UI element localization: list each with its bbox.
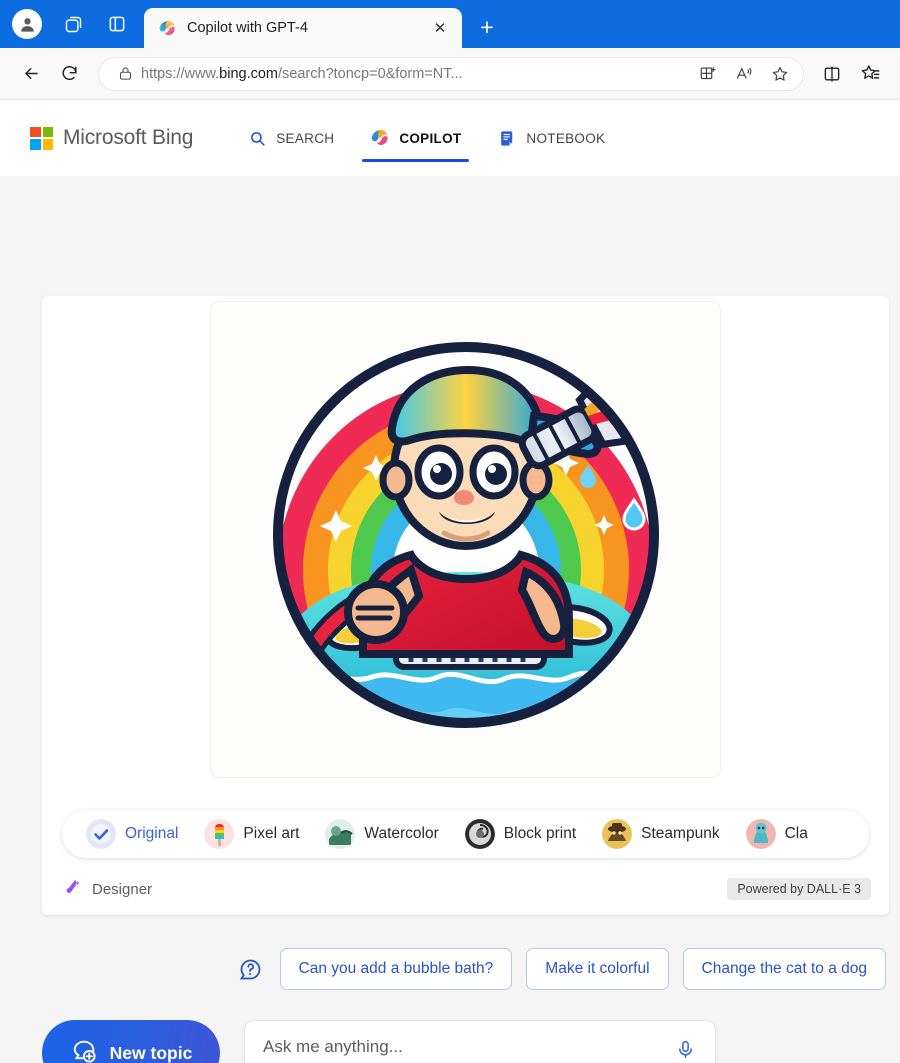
style-chip-steampunk[interactable]: Steampunk xyxy=(592,815,729,853)
tab-title: Copilot with GPT-4 xyxy=(187,20,308,36)
designer-branding[interactable]: Designer xyxy=(64,877,152,902)
powered-by-badge: Powered by DALL·E 3 xyxy=(727,878,871,900)
designer-label: Designer xyxy=(92,880,153,898)
blockprint-thumb xyxy=(464,819,495,849)
suggestion-chip-1[interactable]: Can you add a bubble bath? xyxy=(279,948,513,990)
watercolor-thumb xyxy=(325,819,356,849)
generated-image-area xyxy=(42,296,889,805)
generated-image[interactable] xyxy=(210,301,721,778)
tab-search[interactable]: SEARCH xyxy=(229,100,352,176)
designer-icon xyxy=(64,877,83,902)
search-icon xyxy=(247,128,267,148)
url-scheme: https://www. xyxy=(141,65,220,82)
read-aloud-icon[interactable] xyxy=(729,60,759,88)
image-answer-card: Original Pixel art Watercolor Block prin… xyxy=(42,296,889,915)
style-label-clay: Cla xyxy=(784,825,808,842)
browser-titlebar: Copilot with GPT-4 ✕ + xyxy=(0,0,900,48)
bing-wordmark: Microsoft Bing xyxy=(63,126,194,149)
microsoft-logo-icon xyxy=(30,126,53,150)
style-chip-watercolor[interactable]: Watercolor xyxy=(315,815,448,853)
back-button[interactable] xyxy=(14,57,48,91)
collections-icon[interactable] xyxy=(854,58,886,90)
designer-footer: Designer Powered by DALL·E 3 xyxy=(42,863,889,915)
style-label-original: Original xyxy=(125,825,179,842)
bing-nav-tabs: SEARCH COPILOT NOTEBOOK xyxy=(229,100,623,176)
style-selector-strip[interactable]: Original Pixel art Watercolor Block prin… xyxy=(62,810,869,858)
suggestion-chip-3[interactable]: Change the cat to a dog xyxy=(682,948,886,990)
copilot-icon xyxy=(370,128,390,148)
close-icon[interactable]: ✕ xyxy=(428,16,452,40)
style-label-steampunk: Steampunk xyxy=(641,825,720,842)
address-bar[interactable]: https://www.bing.com/search?toncp=0&form… xyxy=(98,56,804,91)
lock-icon xyxy=(115,66,135,81)
style-chip-clay[interactable]: Cla xyxy=(736,815,818,853)
browser-tab[interactable]: Copilot with GPT-4 ✕ xyxy=(144,8,462,48)
chat-input[interactable]: Ask me anything... xyxy=(263,1037,403,1057)
split-screen-add-icon[interactable] xyxy=(693,60,723,88)
url-text: https://www.bing.com/search?toncp=0&form… xyxy=(141,66,687,82)
style-chip-original[interactable]: Original xyxy=(76,815,188,853)
new-topic-button[interactable]: New topic xyxy=(42,1020,220,1063)
style-label-block-print: Block print xyxy=(503,825,577,842)
steampunk-thumb xyxy=(602,819,633,849)
tab-notebook[interactable]: NOTEBOOK xyxy=(479,100,623,176)
url-domain: bing.com xyxy=(219,65,279,82)
reload-button[interactable] xyxy=(52,57,86,91)
tab-notebook-label: NOTEBOOK xyxy=(526,130,606,146)
checkmark-thumb xyxy=(86,819,116,849)
style-strip-wrapper: Original Pixel art Watercolor Block prin… xyxy=(42,805,889,863)
favorite-star-icon[interactable] xyxy=(765,60,795,88)
vertical-tabs-icon[interactable] xyxy=(104,11,130,37)
style-chip-block-print[interactable]: Block print xyxy=(455,815,586,853)
suggestion-chip-2[interactable]: Make it colorful xyxy=(526,948,669,990)
new-topic-label: New topic xyxy=(109,1042,193,1063)
new-tab-button[interactable]: + xyxy=(472,12,502,42)
microphone-icon[interactable] xyxy=(673,1037,697,1061)
page-content: Microsoft Bing SEARCH COPILOT NOTEBOOK O… xyxy=(0,100,900,1063)
titlebar-left-icons xyxy=(0,9,144,48)
composer: New topic Ask me anything... xyxy=(42,1020,716,1063)
profile-avatar-icon[interactable] xyxy=(12,9,42,39)
notebook-icon xyxy=(497,128,517,148)
browser-essentials-icon[interactable] xyxy=(816,58,848,90)
style-label-pixel-art: Pixel art xyxy=(243,825,300,842)
input-top-row: Ask me anything... xyxy=(263,1037,697,1061)
style-label-watercolor: Watercolor xyxy=(364,825,439,842)
tab-copilot-label: COPILOT xyxy=(399,130,462,146)
copilot-icon xyxy=(158,19,177,38)
browser-toolbar: https://www.bing.com/search?toncp=0&form… xyxy=(0,48,900,100)
tab-collections-icon[interactable] xyxy=(60,11,86,37)
new-topic-icon xyxy=(70,1037,98,1063)
toolbar-right-icons xyxy=(816,58,886,90)
tab-search-label: SEARCH xyxy=(276,130,335,146)
bing-header: Microsoft Bing SEARCH COPILOT NOTEBOOK xyxy=(0,100,900,176)
popsicle-thumb xyxy=(204,819,235,849)
bing-logo[interactable]: Microsoft Bing xyxy=(30,126,193,150)
tab-copilot[interactable]: COPILOT xyxy=(352,100,479,176)
style-chip-pixel-art[interactable]: Pixel art xyxy=(194,815,309,853)
url-path: /search?toncp=0&form=NT... xyxy=(278,65,463,82)
clay-thumb xyxy=(745,819,776,849)
chat-input-box[interactable]: Ask me anything... 0/2000 xyxy=(244,1020,716,1063)
question-bubble-icon xyxy=(236,954,266,984)
suggestion-row: Can you add a bubble bath? Make it color… xyxy=(0,948,900,990)
